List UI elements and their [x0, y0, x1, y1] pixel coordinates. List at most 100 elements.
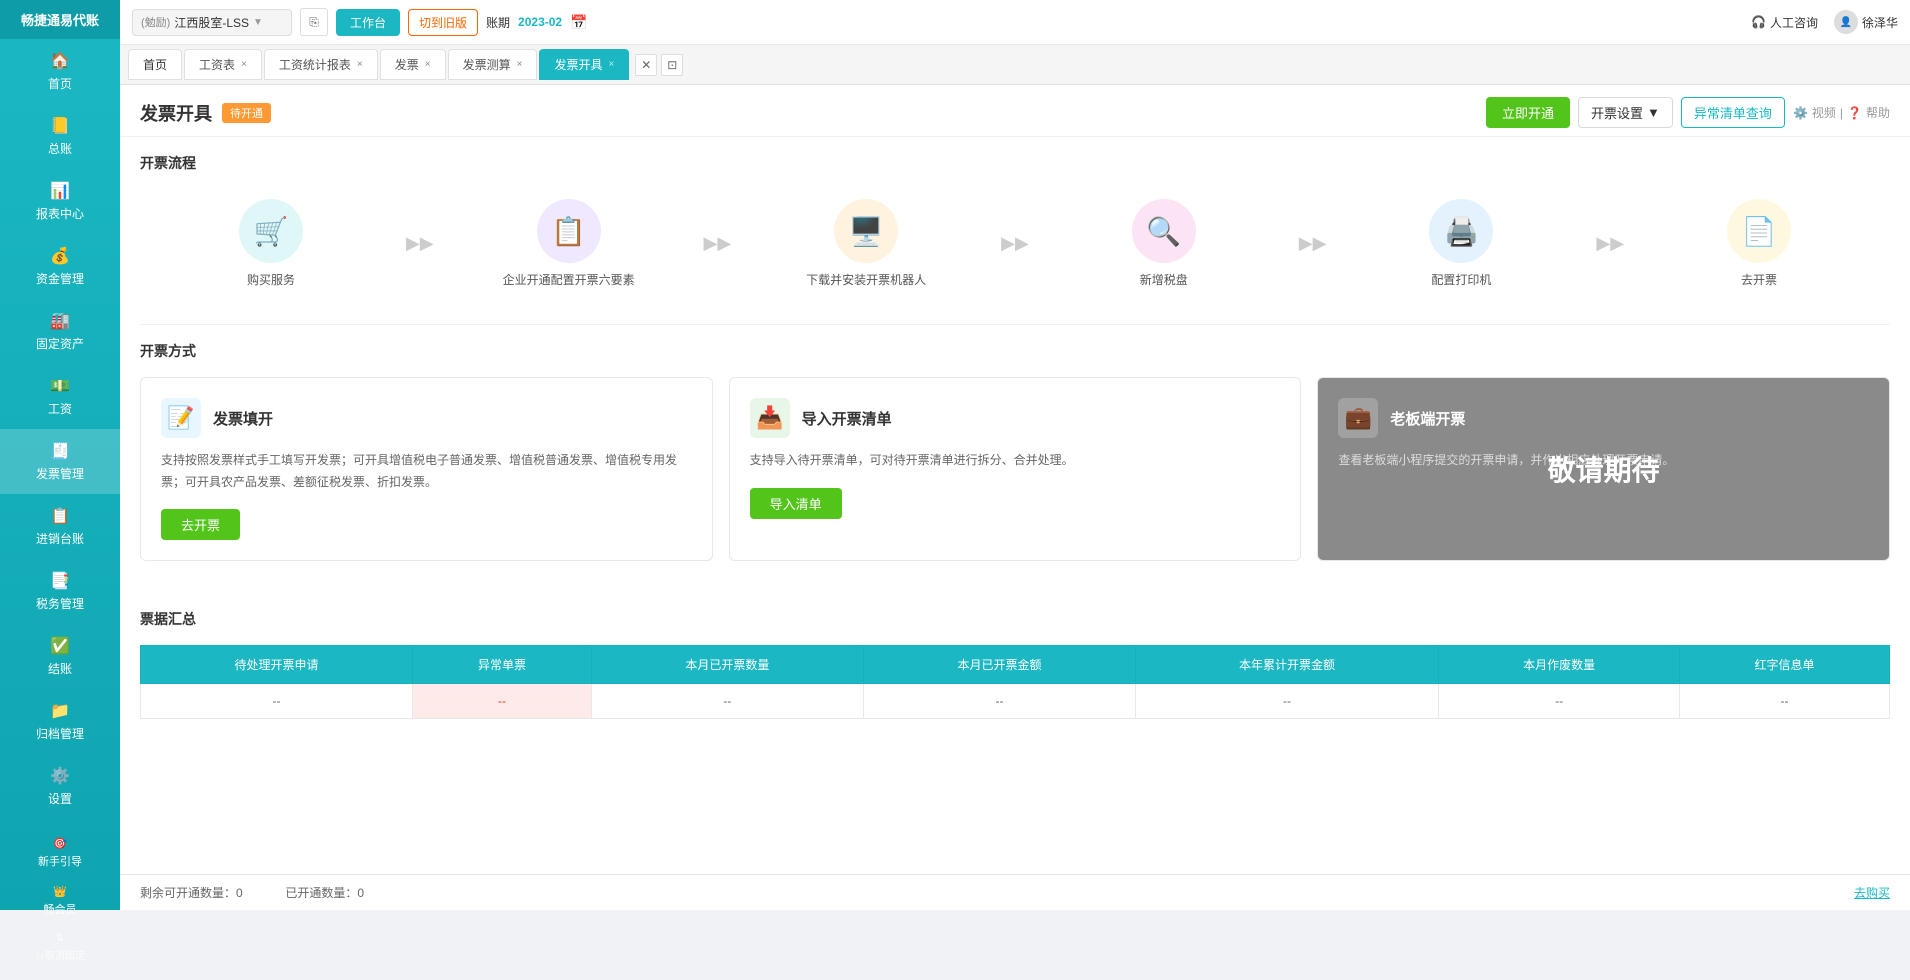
- open-settings-button[interactable]: 开票设置 ▼: [1578, 97, 1673, 128]
- config-printer-icon: 🖨️: [1429, 199, 1493, 263]
- company-selector[interactable]: (勉励) 江西股室-LSS ▼: [132, 9, 292, 36]
- manual-method-btn[interactable]: 去开票: [161, 509, 240, 540]
- sidebar-label-settlement: 结账: [48, 660, 72, 677]
- col-red-note: 红字信息单: [1680, 646, 1890, 684]
- tab-invoice-issue[interactable]: 发票开具 ×: [539, 49, 629, 80]
- open-settings-label: 开票设置: [1591, 103, 1643, 122]
- tab-invoice-calc-close[interactable]: ×: [517, 59, 523, 70]
- sidebar-label-invoice: 发票管理: [36, 465, 84, 482]
- workbench-button[interactable]: 工作台: [336, 9, 400, 36]
- arrow-4: ▶▶: [1295, 233, 1331, 254]
- calendar-icon[interactable]: 📅: [570, 14, 587, 31]
- view-label[interactable]: 视频: [1812, 104, 1836, 121]
- sidebar-label-vip: 畅会员: [44, 901, 77, 917]
- tab-salary-stats-close[interactable]: ×: [357, 59, 363, 70]
- process-step-printer[interactable]: 🖨️ 配置打印机: [1330, 199, 1592, 288]
- tab-actions: ✕ ⊡: [635, 54, 683, 76]
- footer-left: 剩余可开通数量：0 已开通数量：0: [140, 884, 364, 901]
- remaining-label: 剩余可开通数量：0: [140, 886, 243, 900]
- sidebar-item-vip[interactable]: 👑 畅会员: [0, 877, 120, 925]
- topbar-left: (勉励) 江西股室-LSS ▼ ⎘ 工作台 切到旧版 账期 2023-02 📅: [132, 8, 588, 36]
- sidebar-item-funds[interactable]: 💰 资金管理: [0, 234, 120, 299]
- footer: 剩余可开通数量：0 已开通数量：0 去购买: [120, 874, 1910, 910]
- username-label: 徐泽华: [1862, 14, 1898, 31]
- tab-invoice-mgmt-close[interactable]: ×: [425, 59, 431, 70]
- import-card-header: 📥 导入开票清单: [750, 398, 1281, 438]
- tab-invoice-issue-close[interactable]: ×: [608, 59, 614, 70]
- immediate-open-button[interactable]: 立即开通: [1486, 97, 1570, 128]
- sidebar-item-tax[interactable]: 📑 税务管理: [0, 559, 120, 624]
- manual-card-header: 📝 发票填开: [161, 398, 692, 438]
- copy-button[interactable]: ⎘: [300, 8, 328, 36]
- download-robot-icon: 🖥️: [834, 199, 898, 263]
- guide-icon: 🎯: [53, 837, 67, 850]
- sidebar-item-assets[interactable]: 🏭 固定资产: [0, 299, 120, 364]
- arrow-5: ▶▶: [1592, 233, 1628, 254]
- tab-salary-table[interactable]: 工资表 ×: [184, 49, 262, 80]
- process-step-invoice[interactable]: 📄 去开票: [1628, 199, 1890, 288]
- help-label[interactable]: 帮助: [1866, 104, 1890, 121]
- company-label-prefix: (勉励): [141, 14, 170, 30]
- service-item[interactable]: 🎧 人工咨询: [1751, 14, 1818, 31]
- config-enterprise-label: 企业开通配置开票六要素: [503, 271, 635, 288]
- sidebar-item-ledger[interactable]: 📒 总账: [0, 104, 120, 169]
- main-area: (勉励) 江西股室-LSS ▼ ⎘ 工作台 切到旧版 账期 2023-02 📅 …: [120, 0, 1910, 910]
- tab-salary-stats[interactable]: 工资统计报表 ×: [264, 49, 378, 80]
- sidebar-label-assets: 固定资产: [36, 335, 84, 352]
- arrow-2: ▶▶: [700, 233, 736, 254]
- buy-service-label: 购买服务: [247, 271, 295, 288]
- sidebar-item-purchase[interactable]: 📋 进销台账: [0, 494, 120, 559]
- sidebar-item-reports[interactable]: 📊 报表中心: [0, 169, 120, 234]
- process-step-config[interactable]: 📋 企业开通配置开票六要素: [438, 199, 700, 288]
- overlay-text: 敬请期待: [1548, 449, 1660, 489]
- sidebar-unpin[interactable]: ⇅ ↑↓取消固定: [0, 925, 120, 970]
- close-tab-btn[interactable]: ✕: [635, 54, 657, 76]
- cell-red-note: --: [1680, 684, 1890, 719]
- abnormal-query-button[interactable]: 异常清单查询: [1681, 97, 1785, 128]
- tab-salary-table-close[interactable]: ×: [241, 59, 247, 70]
- sidebar-item-salary[interactable]: 💵 工资: [0, 364, 120, 429]
- methods-section: 开票方式 📝 发票填开 支持按照发票样式手工填写开发票；可开具增值税电子普通发票…: [120, 325, 1910, 593]
- sidebar-label-archive: 归档管理: [36, 725, 84, 742]
- process-step-buy[interactable]: 🛒 购买服务: [140, 199, 402, 288]
- sidebar-item-invoice[interactable]: 🧾 发票管理: [0, 429, 120, 494]
- sidebar-logo: 畅捷通易代账: [0, 0, 120, 39]
- company-name: 江西股室-LSS: [174, 14, 249, 31]
- boss-method-icon: 💼: [1338, 398, 1378, 438]
- summary-table: 待处理开票申请 异常单票 本月已开票数量 本月已开票金额 本年累计开票金额 本月…: [140, 645, 1890, 719]
- sidebar-item-settlement[interactable]: ✅ 结账: [0, 624, 120, 689]
- sidebar-label-funds: 资金管理: [36, 270, 84, 287]
- sidebar-item-guide[interactable]: 🎯 新手引导: [0, 829, 120, 877]
- sidebar-bottom: 🎯 新手引导 👑 畅会员 ⇅ ↑↓取消固定: [0, 819, 120, 980]
- add-taxbox-icon: 🔍: [1132, 199, 1196, 263]
- buy-link[interactable]: 去购买: [1854, 884, 1890, 901]
- boss-card-header: 💼 老板端开票: [1338, 398, 1869, 438]
- funds-icon: 💰: [50, 246, 70, 266]
- methods-section-title: 开票方式: [140, 341, 1890, 361]
- service-label: 人工咨询: [1770, 14, 1818, 31]
- sidebar-item-settings[interactable]: ⚙️ 设置: [0, 754, 120, 819]
- process-step-download[interactable]: 🖥️ 下载并安装开票机器人: [735, 199, 997, 288]
- sidebar-label-reports: 报表中心: [36, 205, 84, 222]
- process-step-taxbox[interactable]: 🔍 新增税盘: [1033, 199, 1295, 288]
- switch-version-button[interactable]: 切到旧版: [408, 9, 478, 36]
- sidebar-item-archive[interactable]: 📁 归档管理: [0, 689, 120, 754]
- header-extra: ⚙️ 视频 | ❓ 帮助: [1793, 104, 1890, 121]
- tab-invoice-mgmt[interactable]: 发票 ×: [380, 49, 446, 80]
- tab-home[interactable]: 首页: [128, 49, 182, 80]
- user-item[interactable]: 👤 徐泽华: [1834, 10, 1898, 34]
- period-value[interactable]: 2023-02: [518, 15, 562, 29]
- download-robot-label: 下载并安装开票机器人: [806, 271, 926, 288]
- col-pending: 待处理开票申请: [141, 646, 413, 684]
- import-method-title: 导入开票清单: [802, 408, 892, 429]
- manual-method-title: 发票填开: [213, 408, 273, 429]
- import-method-btn[interactable]: 导入清单: [750, 488, 842, 519]
- restore-tab-btn[interactable]: ⊡: [661, 54, 683, 76]
- sidebar-label-tax: 税务管理: [36, 595, 84, 612]
- sidebar-label-purchase: 进销台账: [36, 530, 84, 547]
- sidebar-item-home[interactable]: 🏠 首页: [0, 39, 120, 104]
- avatar: 👤: [1834, 10, 1858, 34]
- arrow-3: ▶▶: [997, 233, 1033, 254]
- tab-invoice-calc[interactable]: 发票测算 ×: [448, 49, 538, 80]
- pin-icon: ⇅: [56, 933, 64, 944]
